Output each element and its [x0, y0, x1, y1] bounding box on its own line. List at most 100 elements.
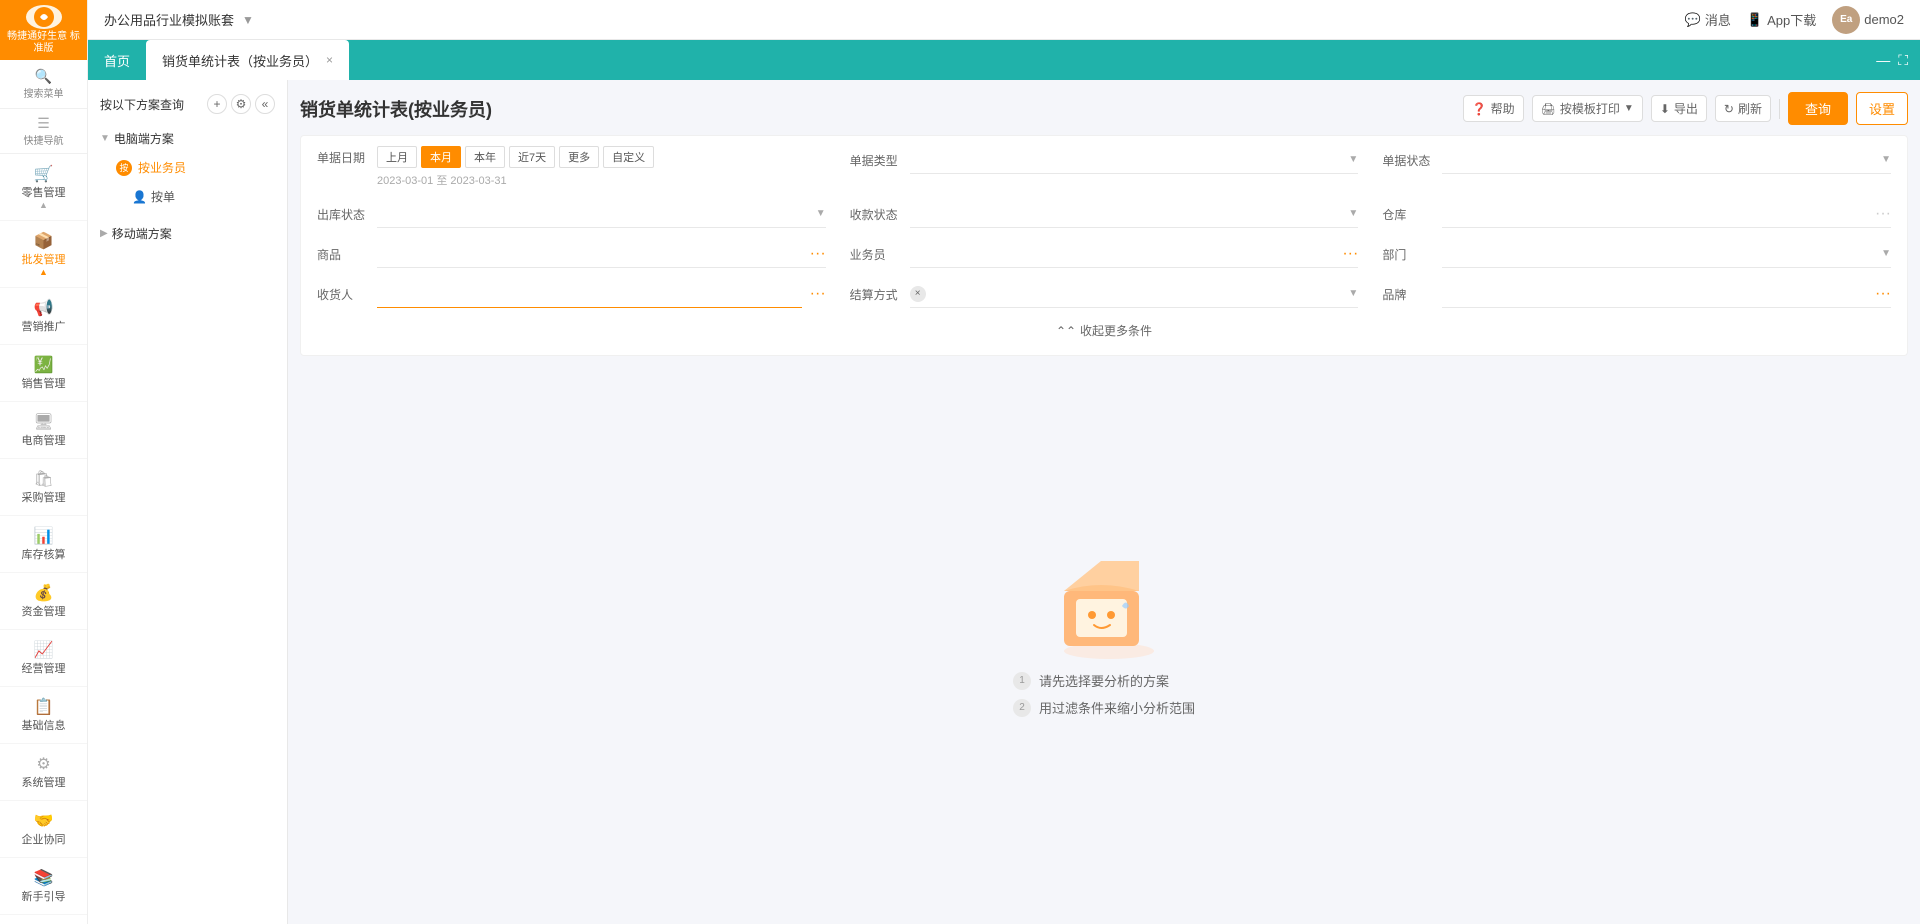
- tab-maximize-btn[interactable]: ⛶: [1898, 52, 1908, 69]
- purchase-icon: 🛍: [33, 469, 53, 489]
- salesperson-scheme-icon: 按: [116, 160, 132, 176]
- consignee-label: 收货人: [317, 286, 369, 303]
- date-btn-custom[interactable]: 自定义: [603, 146, 654, 168]
- query-label: 查询: [1805, 99, 1831, 118]
- sidebar: 畅捷通好生意 标准版 🔍 搜索菜单 ☰ 快捷导航 🛒 零售管理 ▲ 📦 批发管理…: [0, 0, 88, 924]
- sidebar-item-finance[interactable]: 💰 资金管理: [0, 573, 87, 630]
- right-panel: 销货单统计表(按业务员) ❓ 帮助 🖨 按模板打印 ▼ ⬇ 导出: [288, 80, 1920, 924]
- collapse-row: ⌃⌃ 收起更多条件: [317, 312, 1891, 345]
- out-status-filter: 出库状态 ▼: [317, 200, 826, 228]
- out-status-arrow: ▼: [816, 208, 826, 219]
- date-btn-thisyear[interactable]: 本年: [465, 146, 505, 168]
- retail-label: 零售管理: [22, 184, 66, 200]
- collapse-panel-btn[interactable]: «: [255, 94, 275, 114]
- help-btn[interactable]: ❓ 帮助: [1463, 95, 1524, 122]
- sidebar-item-ecommerce[interactable]: 🖥 电商管理: [0, 402, 87, 459]
- collapse-btn[interactable]: ⌃⌃ 收起更多条件: [1050, 316, 1158, 345]
- template-print-label: 按模板打印: [1560, 100, 1620, 117]
- dept-arrow: ▼: [1881, 248, 1891, 259]
- sidebar-item-sales[interactable]: 💹 销售管理: [0, 345, 87, 402]
- app-download-btn[interactable]: 📱 App下载: [1747, 10, 1816, 29]
- doc-status-select[interactable]: ▼: [1442, 146, 1891, 174]
- settings-btn[interactable]: 设置: [1856, 92, 1908, 125]
- desktop-scheme-header[interactable]: ▼ 电脑端方案: [88, 124, 287, 153]
- date-btn-lastmonth[interactable]: 上月: [377, 146, 417, 168]
- template-print-btn[interactable]: 🖨 按模板打印 ▼: [1532, 95, 1643, 122]
- sidebar-item-purchase[interactable]: 🛍 采购管理: [0, 459, 87, 516]
- scheme-by-order[interactable]: 👤 按单: [88, 182, 287, 211]
- tab-minimize-btn[interactable]: —: [1876, 52, 1890, 68]
- base-label: 基础信息: [22, 717, 66, 733]
- hint-1-text: 请先选择要分析的方案: [1039, 671, 1169, 690]
- scheme-by-salesperson[interactable]: 按 按业务员: [88, 153, 287, 182]
- consignee-dots-btn[interactable]: ···: [810, 285, 826, 303]
- settings-scheme-btn[interactable]: ⚙: [231, 94, 251, 114]
- doc-type-select[interactable]: ▼: [910, 146, 1359, 174]
- add-scheme-btn[interactable]: +: [207, 94, 227, 114]
- consignee-input[interactable]: [377, 280, 802, 308]
- date-btn-thismonth[interactable]: 本月: [421, 146, 461, 168]
- sales-icon: 💹: [34, 355, 54, 375]
- warehouse-label: 仓库: [1382, 206, 1434, 223]
- doc-status-label: 单据状态: [1382, 152, 1434, 169]
- salesperson-scheme-label: 按业务员: [138, 159, 186, 176]
- user-area[interactable]: Ea demo2: [1832, 6, 1904, 34]
- doc-status-filter: 单据状态 ▼: [1382, 146, 1891, 174]
- collab-label: 企业协同: [22, 831, 66, 847]
- date-btn-more[interactable]: 更多: [559, 146, 599, 168]
- date-btn-7days[interactable]: 近7天: [509, 146, 555, 168]
- topbar-dropdown[interactable]: ▼: [242, 13, 254, 27]
- brand-dots-btn[interactable]: ···: [1875, 285, 1891, 303]
- order-icon: 👤: [132, 190, 147, 204]
- sidebar-item-inventory[interactable]: 📊 库存核算: [0, 516, 87, 573]
- sidebar-item-collab[interactable]: 🤝 企业协同: [0, 801, 87, 858]
- empty-icon-container: [1044, 551, 1164, 651]
- sidebar-item-marketing[interactable]: 📢 营销推广: [0, 288, 87, 345]
- brand-filter: 品牌 ···: [1382, 280, 1891, 308]
- date-range: 2023-03-01 至 2023-03-31: [377, 172, 507, 188]
- sidebar-item-apps[interactable]: 📱 应用中心: [0, 915, 87, 924]
- dept-select[interactable]: ▼: [1442, 240, 1891, 268]
- goods-dots-btn[interactable]: ···: [810, 245, 826, 263]
- sidebar-item-system[interactable]: ⚙ 系统管理: [0, 744, 87, 801]
- refresh-btn[interactable]: ↻ 刷新: [1715, 95, 1771, 122]
- export-label: 导出: [1674, 100, 1698, 117]
- payment-label: 结算方式: [850, 286, 902, 303]
- tab-close-btn[interactable]: ×: [326, 53, 333, 67]
- print-dropdown-icon: ▼: [1624, 103, 1634, 114]
- salesperson-label: 业务员: [850, 246, 902, 263]
- action-divider: [1779, 99, 1780, 119]
- tab-sales-stats[interactable]: 销货单统计表（按业务员） ×: [146, 40, 349, 80]
- receipt-status-select[interactable]: ▼: [910, 200, 1359, 228]
- payment-clear-btn[interactable]: ×: [910, 286, 926, 302]
- out-status-select[interactable]: ▼: [377, 200, 826, 228]
- sidebar-item-operations[interactable]: 📈 经营管理: [0, 630, 87, 687]
- out-status-label: 出库状态: [317, 206, 369, 223]
- goods-label: 商品: [317, 246, 369, 263]
- guide-icon: 📚: [34, 868, 54, 888]
- mobile-scheme-header[interactable]: ▶ 移动端方案: [88, 219, 287, 248]
- sidebar-search-item[interactable]: 🔍 搜索菜单: [0, 60, 87, 109]
- page-title: 销货单统计表(按业务员): [300, 96, 492, 122]
- collapse-label: 收起更多条件: [1080, 322, 1152, 339]
- sidebar-item-wholesale[interactable]: 📦 批发管理 ▲: [0, 221, 87, 288]
- quick-nav-item[interactable]: ☰ 快捷导航: [0, 109, 87, 154]
- tab-home[interactable]: 首页: [88, 40, 146, 80]
- sidebar-item-retail[interactable]: 🛒 零售管理 ▲: [0, 154, 87, 221]
- sidebar-item-base[interactable]: 📋 基础信息: [0, 687, 87, 744]
- sidebar-item-guide[interactable]: 📚 新手引导: [0, 858, 87, 915]
- settings-label: 设置: [1869, 99, 1895, 118]
- warehouse-dots-btn[interactable]: ···: [1875, 205, 1891, 223]
- purchase-label: 采购管理: [22, 489, 66, 505]
- finance-icon: 💰: [34, 583, 54, 603]
- consignee-filter: 收货人 ···: [317, 280, 826, 308]
- salesperson-dots-btn[interactable]: ···: [1342, 245, 1358, 263]
- desktop-scheme-section: ▼ 电脑端方案 按 按业务员 👤 按单: [88, 120, 287, 215]
- filter-section: 单据日期 上月 本月 本年 近7天 更多 自定义 2023-03-01 至 20…: [300, 135, 1908, 356]
- user-avatar: Ea: [1832, 6, 1860, 34]
- query-btn[interactable]: 查询: [1788, 92, 1848, 125]
- export-btn[interactable]: ⬇ 导出: [1651, 95, 1707, 122]
- collab-icon: 🤝: [34, 811, 54, 831]
- message-btn[interactable]: 💬 消息: [1685, 10, 1731, 29]
- desktop-arrow-icon: ▼: [100, 133, 110, 144]
